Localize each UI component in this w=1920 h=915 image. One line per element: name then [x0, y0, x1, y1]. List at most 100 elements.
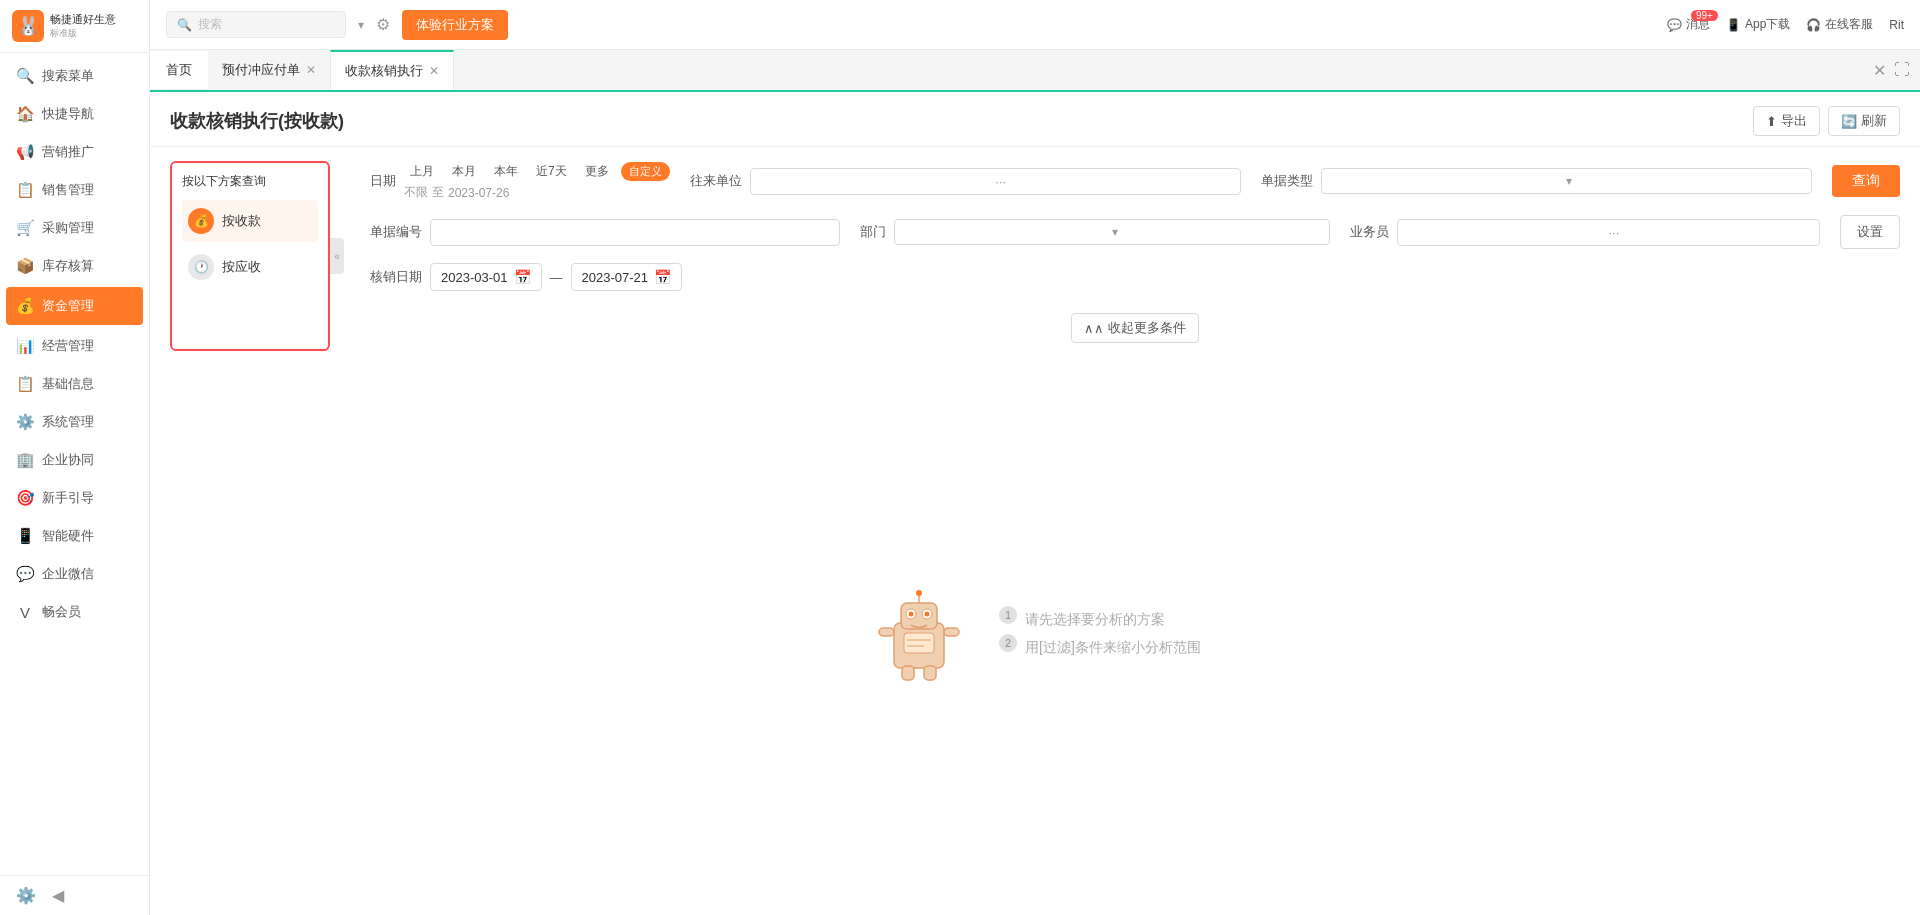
tab-prepay-offset[interactable]: 预付冲应付单 ✕ [208, 51, 330, 89]
date-unlimited-text: 不限 [404, 184, 428, 201]
sidebar-item-marketing[interactable]: 📢 营销推广 [0, 133, 149, 171]
writeoff-end-cal-icon: 📅 [654, 269, 671, 285]
filter-option-by-receivable[interactable]: 🕐 按应收 [182, 246, 318, 288]
header-search-bar[interactable]: 🔍 搜索 [166, 11, 346, 38]
corp-icon: 🏢 [16, 451, 34, 469]
by-receivable-label: 按应收 [222, 258, 261, 276]
empty-illustration [869, 583, 969, 683]
tab-actions: ✕ ⛶ [1863, 61, 1920, 80]
export-button[interactable]: ⬆ 导出 [1753, 106, 1820, 136]
sidebar-bottom: ⚙️ ◀ [0, 875, 149, 915]
date-custom-tag[interactable]: 自定义 [621, 162, 670, 181]
sidebar-item-sys-mgmt[interactable]: ⚙️ 系统管理 [0, 403, 149, 441]
filter-option-by-receipt[interactable]: 💰 按收款 [182, 200, 318, 242]
dept-dropdown-icon: ▾ [1112, 225, 1319, 239]
collapse-icon: ∧∧ [1084, 321, 1104, 336]
tab-expand-icon[interactable]: ⛶ [1894, 61, 1910, 79]
filter-panel: 按以下方案查询 💰 按收款 🕐 按应收 « [170, 161, 330, 351]
sidebar-item-corp-collab[interactable]: 🏢 企业协同 [0, 441, 149, 479]
app-badge: 标准版 [50, 27, 116, 40]
sidebar-item-biz-mgmt[interactable]: 📊 经营管理 [0, 327, 149, 365]
writeoff-date-label: 核销日期 [370, 268, 422, 286]
page-header: 收款核销执行(按收款) ⬆ 导出 🔄 刷新 [150, 92, 1920, 147]
tab-close-receipt[interactable]: ✕ [429, 64, 439, 78]
top-header: 🔍 搜索 ▾ ⚙ 体验行业方案 💬 消息 99+ 📱 App下载 🎧 在线客服 … [150, 0, 1920, 50]
writeoff-date-range: 2023-03-01 📅 — 2023-07-21 📅 [430, 263, 682, 291]
refresh-button[interactable]: 🔄 刷新 [1828, 106, 1900, 136]
sidebar-item-purchase[interactable]: 🛒 采购管理 [0, 209, 149, 247]
sidebar-item-inventory[interactable]: 📦 库存核算 [0, 247, 149, 285]
hardware-icon: 📱 [16, 527, 34, 545]
svg-point-5 [925, 612, 930, 617]
settings-button[interactable]: 设置 [1840, 215, 1900, 249]
empty-tip-2: 2 用[过滤]条件来缩小分析范围 [999, 633, 1201, 661]
sidebar-item-basic-info[interactable]: 📋 基础信息 [0, 365, 149, 403]
page-title: 收款核销执行(按收款) [170, 109, 344, 133]
service-icon: 🎧 [1806, 18, 1821, 32]
tab-close-all-icon[interactable]: ✕ [1873, 61, 1886, 80]
date-btn-this-year[interactable]: 本年 [488, 161, 524, 182]
date-range-display: 不限 至 2023-07-26 [404, 184, 670, 201]
filter-panel-title: 按以下方案查询 [182, 173, 318, 190]
tip-num-2: 2 [999, 634, 1017, 652]
collapse-more-btn[interactable]: ∧∧ 收起更多条件 [1071, 313, 1199, 343]
tab-receipt-offset[interactable]: 收款核销执行 ✕ [330, 50, 454, 90]
date-btn-7days[interactable]: 近7天 [530, 161, 573, 182]
staff-select[interactable]: ··· [1397, 219, 1820, 246]
writeoff-start-cal-icon: 📅 [514, 269, 531, 285]
sidebar-item-quick-nav[interactable]: 🏠 快捷导航 [0, 95, 149, 133]
logo-icon: 🐰 [12, 10, 44, 42]
sidebar-item-vip[interactable]: V 畅会员 [0, 593, 149, 631]
date-btn-last-month[interactable]: 上月 [404, 161, 440, 182]
panel-collapse-btn[interactable]: « [330, 238, 344, 274]
app-name: 畅捷通好生意 [50, 12, 116, 26]
filter-field-doc-no: 单据编号 [370, 219, 840, 246]
filter-field-partner: 往来单位 ··· [690, 168, 1241, 195]
tip-text-2: 用[过滤]条件来缩小分析范围 [1025, 633, 1201, 661]
app-download-button[interactable]: 📱 App下载 [1726, 16, 1790, 33]
partner-select[interactable]: ··· [750, 168, 1241, 195]
purchase-icon: 🛒 [16, 219, 34, 237]
query-button[interactable]: 查询 [1832, 165, 1900, 197]
sidebar-item-finance[interactable]: 💰 资金管理 [6, 287, 143, 325]
dept-select[interactable]: ▾ [894, 219, 1330, 245]
message-button[interactable]: 💬 消息 99+ [1667, 16, 1710, 33]
empty-tips: 1 请先选择要分析的方案 2 用[过滤]条件来缩小分析范围 [999, 605, 1201, 661]
header-right: 💬 消息 99+ 📱 App下载 🎧 在线客服 Rit [1667, 16, 1904, 33]
user-profile[interactable]: Rit [1889, 18, 1904, 32]
tip-text-1: 请先选择要分析的方案 [1025, 605, 1165, 633]
header-dropdown-icon[interactable]: ▾ [358, 18, 364, 32]
header-search-placeholder: 搜索 [198, 16, 222, 33]
sys-icon: ⚙️ [16, 413, 34, 431]
header-search-icon: 🔍 [177, 18, 192, 32]
writeoff-date-start[interactable]: 2023-03-01 📅 [430, 263, 542, 291]
filter-field-date: 日期 上月 本月 本年 近7天 更多 自定义 不限 [370, 161, 670, 201]
search-icon: 🔍 [16, 67, 34, 85]
export-icon: ⬆ [1766, 114, 1777, 129]
beginner-icon: 🎯 [16, 489, 34, 507]
filter-field-staff: 业务员 ··· [1350, 219, 1820, 246]
by-receivable-icon: 🕐 [188, 254, 214, 280]
collapse-sidebar-icon[interactable]: ◀ [52, 886, 64, 905]
sidebar-item-smart-hw[interactable]: 📱 智能硬件 [0, 517, 149, 555]
marketing-icon: 📢 [16, 143, 34, 161]
header-gear-icon[interactable]: ⚙ [376, 15, 390, 34]
sidebar-item-sales[interactable]: 📋 销售管理 [0, 171, 149, 209]
solution-button[interactable]: 体验行业方案 [402, 10, 508, 40]
date-btn-more[interactable]: 更多 [579, 161, 615, 182]
tab-home[interactable]: 首页 [150, 51, 208, 89]
tab-close-prepay[interactable]: ✕ [306, 63, 316, 77]
sidebar-item-search[interactable]: 🔍 搜索菜单 [0, 57, 149, 95]
writeoff-date-end[interactable]: 2023-07-21 📅 [571, 263, 683, 291]
tip-num-1: 1 [999, 606, 1017, 624]
online-service-button[interactable]: 🎧 在线客服 [1806, 16, 1873, 33]
svg-point-4 [909, 612, 914, 617]
doc-no-input[interactable] [430, 219, 840, 246]
doc-type-select[interactable]: ▾ [1321, 168, 1812, 194]
date-btn-this-month[interactable]: 本月 [446, 161, 482, 182]
partner-dots-icon[interactable]: ··· [991, 174, 1230, 189]
settings-bottom-icon[interactable]: ⚙️ [16, 886, 36, 905]
staff-dots-icon[interactable]: ··· [1605, 225, 1810, 240]
sidebar-item-corp-wechat[interactable]: 💬 企业微信 [0, 555, 149, 593]
sidebar-item-beginner[interactable]: 🎯 新手引导 [0, 479, 149, 517]
